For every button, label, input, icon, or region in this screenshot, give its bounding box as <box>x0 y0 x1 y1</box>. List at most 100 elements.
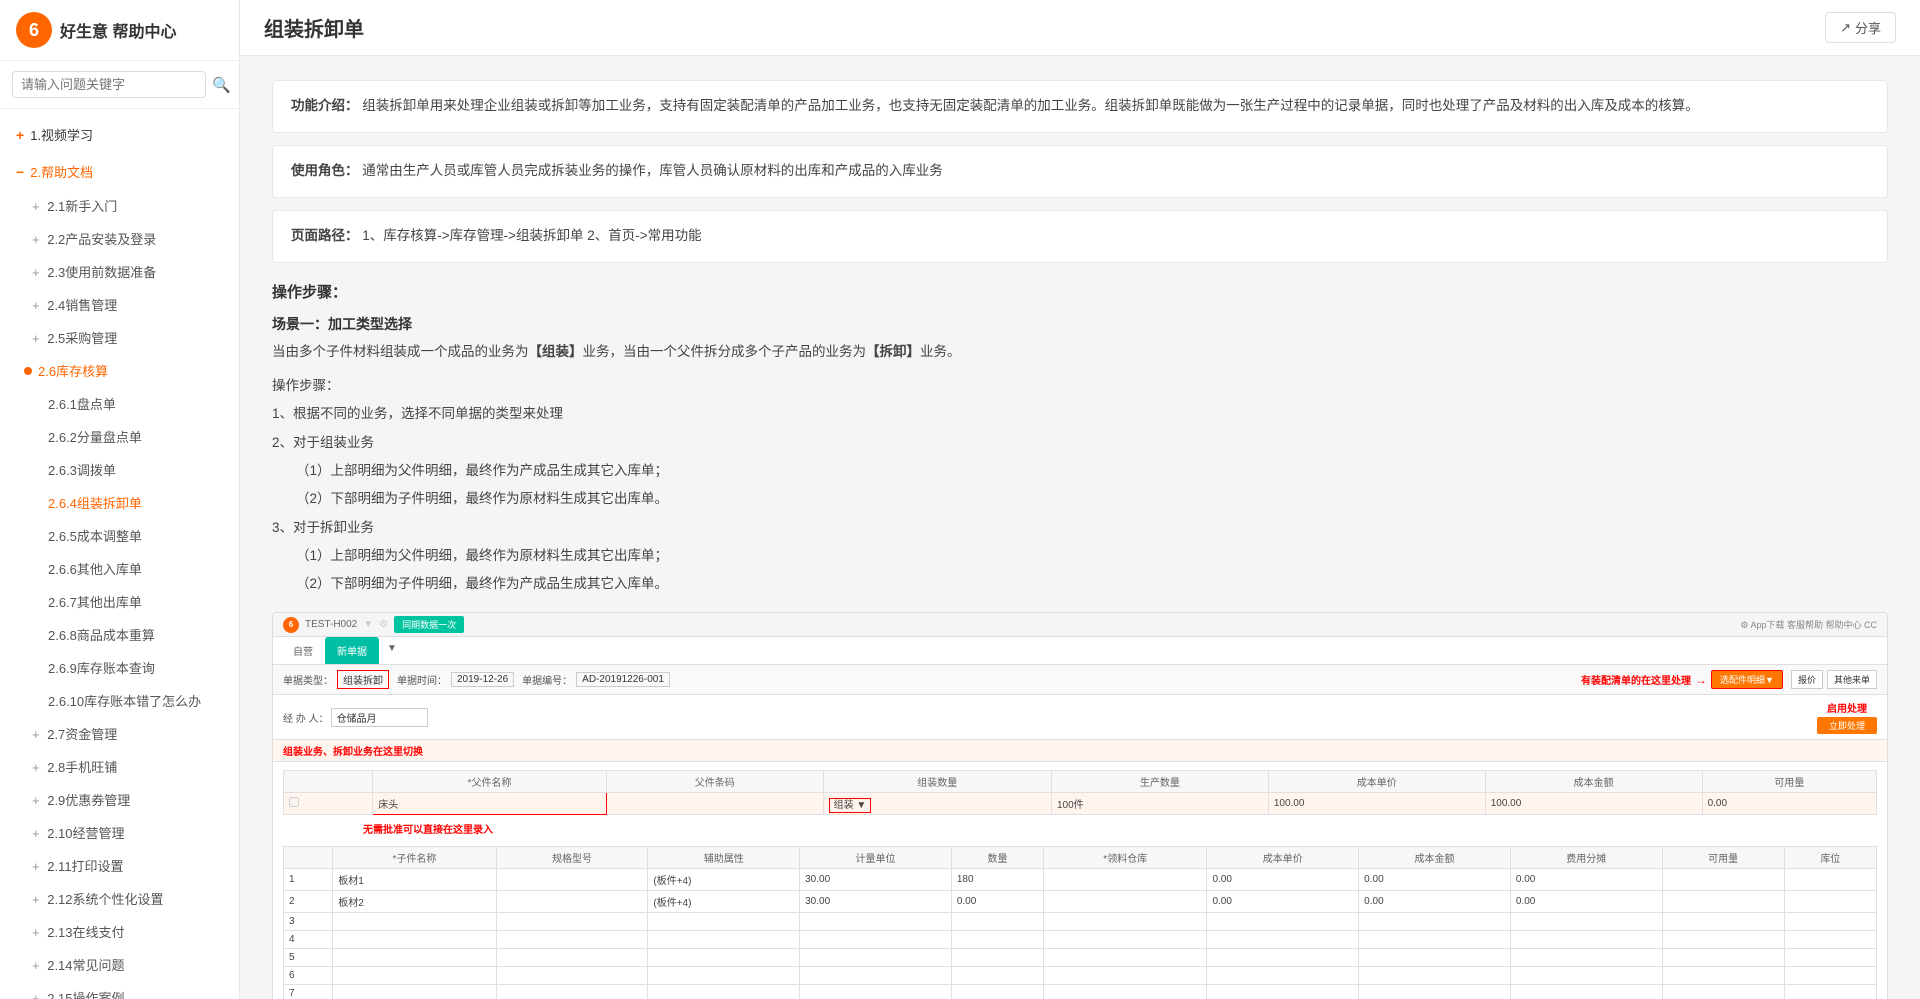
app-logo: 6 <box>16 12 52 48</box>
ss-field-type: 单据类型： 组装拆卸 <box>283 670 389 689</box>
ss-lower-row6: 6 <box>284 967 1877 985</box>
sidebar-header: 6 好生意 帮助中心 <box>0 0 239 61</box>
ss-annotation4-area: 无需批准可以直接在这里录入 <box>273 819 1887 838</box>
sidebar-item-s265[interactable]: 2.6.5成本调整单 <box>0 519 239 552</box>
ss-parent-name-val: 床头 <box>373 793 606 815</box>
ss-tab-bar: 自营 新单据 ▼ <box>273 637 1887 665</box>
screenshot-container: 6 TEST-H002 ▼ ⚙ 同期数据一次 ⚙ App下载 客服帮助 帮助中心… <box>272 612 1888 999</box>
step1: 1、根据不同的业务，选择不同单据的类型来处理 <box>272 402 1888 426</box>
ss-th-check <box>284 771 373 793</box>
sidebar-item-s266[interactable]: 2.6.6其他入库单 <box>0 552 239 585</box>
path-text: 1、库存核算->库存管理->组装拆卸单 2、首页->常用功能 <box>362 228 701 243</box>
ss-th-parent-name: *父件名称 <box>373 771 606 793</box>
ss-annotation2: 组装业务、拆卸业务在这里切换 <box>273 740 1887 762</box>
sidebar-item-s28[interactable]: + 2.8手机旺铺 <box>0 750 239 783</box>
step2: 2、对于组装业务 <box>272 431 1888 455</box>
sidebar-item-s24[interactable]: + 2.4销售管理 <box>0 288 239 321</box>
expand-icon-s2: − <box>16 164 24 180</box>
sidebar-item-s23[interactable]: + 2.3使用前数据准备 <box>0 255 239 288</box>
role-intro-block: 使用角色： 通常由生产人员或库管人员完成拆装业务的操作，库管人员确认原材料的出库… <box>272 145 1888 198</box>
sidebar-item-s26[interactable]: 2.6库存核算 <box>0 354 239 387</box>
ss-lower-table-area: *子件名称 规格型号 辅助属性 计量单位 数量 *领料仓库 成本单价 成本金额 … <box>273 838 1887 999</box>
ss-form-field1: 经 办 人： 仓储品月 <box>283 708 428 727</box>
ss-field-date: 单据时间： 2019-12-26 <box>397 672 514 687</box>
sidebar-item-s269[interactable]: 2.6.9库存账本查询 <box>0 651 239 684</box>
ss-upper-table-area: *父件名称 父件条码 组装数量 生产数量 成本单价 成本金额 可用量 <box>273 762 1887 819</box>
sidebar-sub-items-s2: + 2.1新手入门 + 2.2产品安装及登录 + 2.3使用前数据准备 + 2.… <box>0 189 239 999</box>
fake-screenshot: 6 TEST-H002 ▼ ⚙ 同期数据一次 ⚙ App下载 客服帮助 帮助中心… <box>273 613 1887 999</box>
content-area: 功能介绍： 组装拆卸单用来处理企业组装或拆卸等加工业务，支持有固定装配清单的产品… <box>240 56 1920 999</box>
sidebar-item-docs[interactable]: − 2.帮助文档 + 2.1新手入门 + 2.2产品安装及登录 + 2.3使用前… <box>0 154 239 999</box>
scene1-label: 场景一：加工类型选择 <box>272 314 1888 334</box>
ss-field-no: 单据编号： AD-20191226-001 <box>522 672 670 687</box>
ss-form-row: 经 办 人： 仓储品月 启用处理 立即处理 <box>273 695 1887 740</box>
sidebar-item-s25[interactable]: + 2.5采购管理 <box>0 321 239 354</box>
sidebar-item-s2610[interactable]: 2.6.10库存账本错了怎么办 <box>0 684 239 717</box>
page-header: 组装拆卸单 ↗ 分享 <box>240 0 1920 56</box>
ss-tab-new: 新单据 <box>325 637 379 664</box>
ss-lower-row3: 3 <box>284 913 1877 931</box>
ss-assemble-type: 组装 ▼ <box>829 798 872 813</box>
step3: 3、对于拆卸业务 <box>272 516 1888 540</box>
ss-lower-row7: 7 <box>284 985 1877 999</box>
ss-th-avail: 可用量 <box>1702 771 1876 793</box>
search-input[interactable] <box>12 71 206 98</box>
sidebar-item-s214[interactable]: + 2.14常见问题 <box>0 948 239 981</box>
ss-btn3: 其他来单 <box>1827 670 1877 689</box>
sidebar-nav: + 1.视频学习 − 2.帮助文档 + 2.1新手入门 + 2.2产品安装及登录 <box>0 109 239 999</box>
page-title: 组装拆卸单 <box>264 13 364 42</box>
sidebar-item-s29[interactable]: + 2.9优惠券管理 <box>0 783 239 816</box>
ss-tab-ziy: 自营 <box>281 637 325 664</box>
ss-lower-row5: 5 <box>284 949 1877 967</box>
role-intro-label: 使用角色： <box>291 163 359 178</box>
ss-toolbar: 单据类型： 组装拆卸 单据时间： 2019-12-26 单据编号： AD-201… <box>273 665 1887 695</box>
step2-1: （1）上部明细为父件明细，最终作为产成品生成其它入库单； <box>296 459 1888 483</box>
ss-icons: ⚙ App下载 客服帮助 帮助中心 CC <box>1740 618 1877 631</box>
ss-annotation3-area: 启用处理 立即处理 <box>1817 700 1877 734</box>
sidebar-item-s261[interactable]: 2.6.1盘点单 <box>0 387 239 420</box>
sidebar-item-s215[interactable]: + 2.15操作案例 <box>0 981 239 999</box>
sidebar-item-s211[interactable]: + 2.11打印设置 <box>0 849 239 882</box>
ss-annotation1: 有装配清单的在这里处理 <box>1581 672 1691 687</box>
share-button[interactable]: ↗ 分享 <box>1825 12 1896 43</box>
step2-2: （2）下部明细为子件明细，最终作为原材料生成其它出库单。 <box>296 487 1888 511</box>
ss-lower-row2: 2 板材2 (板件+4) 30.00 0.00 0.00 0.00 0.00 <box>284 891 1877 913</box>
sidebar-item-s262[interactable]: 2.6.2分量盘点单 <box>0 420 239 453</box>
ss-sync-btn: 同期数据一次 <box>394 616 464 633</box>
ss-annotation4: 无需批准可以直接在这里录入 <box>363 825 493 836</box>
ss-lower-row4: 4 <box>284 931 1877 949</box>
ss-app-name: TEST-H002 <box>305 619 357 630</box>
ss-upper-table-row1: 床头 组装 ▼ 100件 100.00 100.00 0.00 <box>284 793 1877 815</box>
share-icon: ↗ <box>1840 20 1851 36</box>
step3-1: （1）上部明细为父件明细，最终作为原材料生成其它出库单； <box>296 544 1888 568</box>
ss-logo: 6 <box>283 617 299 633</box>
sidebar-item-s267[interactable]: 2.6.7其他出库单 <box>0 585 239 618</box>
function-intro-label: 功能介绍： <box>291 98 359 113</box>
sidebar-item-videos[interactable]: + 1.视频学习 <box>0 117 239 152</box>
sidebar-item-label-s1: 1.视频学习 <box>30 125 93 144</box>
sidebar-item-s22[interactable]: + 2.2产品安装及登录 <box>0 222 239 255</box>
ss-th-parent-barcode: 父件条码 <box>606 771 823 793</box>
step3-2: （2）下部明细为子件明细，最终作为产成品生成其它入库单。 <box>296 572 1888 596</box>
ss-btn-confirm: 立即处理 <box>1817 717 1877 734</box>
sidebar-item-s27[interactable]: + 2.7资金管理 <box>0 717 239 750</box>
sidebar-item-s213[interactable]: + 2.13在线支付 <box>0 915 239 948</box>
sidebar-item-s212[interactable]: + 2.12系统个性化设置 <box>0 882 239 915</box>
main-content: 组装拆卸单 ↗ 分享 功能介绍： 组装拆卸单用来处理企业组装或拆卸等加工业务，支… <box>240 0 1920 999</box>
ss-lower-table: *子件名称 规格型号 辅助属性 计量单位 数量 *领料仓库 成本单价 成本金额 … <box>283 846 1877 999</box>
sidebar-item-label-s2: 2.帮助文档 <box>30 162 93 181</box>
ss-field-date-val: 2019-12-26 <box>451 672 514 687</box>
ss-annotation1-area: 有装配清单的在这里处理 → 选配件明细▼ 报价 其他来单 <box>1581 670 1877 689</box>
sidebar-item-s268[interactable]: 2.6.8商品成本重算 <box>0 618 239 651</box>
ss-form-val1: 仓储品月 <box>331 708 428 727</box>
sidebar-item-s264[interactable]: 2.6.4组装拆卸单 <box>0 486 239 519</box>
ss-lower-row1: 1 板材1 (板件+4) 30.00 180 0.00 0.00 0.00 <box>284 869 1877 891</box>
sidebar-item-s210[interactable]: + 2.10经营管理 <box>0 816 239 849</box>
search-icon[interactable]: 🔍 <box>212 76 231 94</box>
sidebar-item-s263[interactable]: 2.6.3调拨单 <box>0 453 239 486</box>
ss-tab-more: ▼ <box>379 637 405 664</box>
sidebar: 6 好生意 帮助中心 🔍 + 1.视频学习 − 2.帮助文档 + 2.1新手入门 <box>0 0 240 999</box>
sidebar-item-s21[interactable]: + 2.1新手入门 <box>0 189 239 222</box>
ss-field-no-val: AD-20191226-001 <box>576 672 670 687</box>
function-intro-text: 组装拆卸单用来处理企业组装或拆卸等加工业务，支持有固定装配清单的产品加工业务，也… <box>362 98 1699 113</box>
